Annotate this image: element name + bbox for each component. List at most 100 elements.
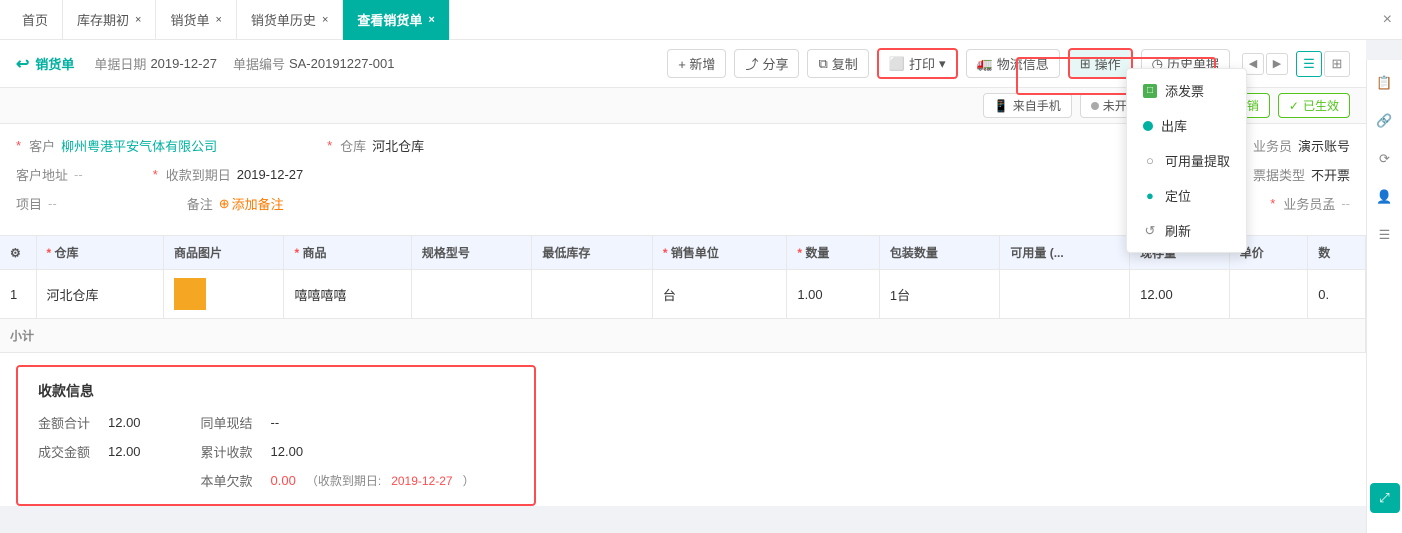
col-warehouse: * 仓库	[36, 236, 163, 270]
doc-type-label: 销货单	[35, 54, 74, 73]
right-sidebar: 📋 🔗 ⟳ 👤 ☰ ⤢	[1366, 60, 1402, 533]
cell-product-img	[163, 270, 283, 319]
print-button[interactable]: ⬜ 打印 ▾	[877, 48, 958, 79]
employee2-label: 业务员孟	[1283, 194, 1335, 213]
payment-total-item: 金额合计 12.00	[38, 413, 141, 432]
project-field: 项目 --	[16, 194, 57, 213]
warehouse-value: 河北仓库	[372, 136, 424, 155]
dropdown-menu: □ 添发票 出库 ○ 可用量提取 ● 定位 ↺ 刷新	[1126, 68, 1247, 253]
menu-outbound[interactable]: 出库	[1127, 108, 1246, 143]
payment-title: 收款信息	[38, 381, 514, 401]
settle-value: --	[271, 415, 280, 430]
add-invoice-icon: □	[1143, 84, 1157, 98]
doc-number-value: SA-20191227-001	[289, 56, 395, 71]
cell-sales-unit: 台	[652, 270, 786, 319]
sidebar-user-icon[interactable]: 👤	[1370, 182, 1400, 212]
employee2-value: --	[1341, 196, 1350, 211]
tab-sales-history[interactable]: 销货单历史 ×	[237, 0, 343, 40]
next-arrow[interactable]: ▶	[1266, 53, 1288, 75]
menu-locate[interactable]: ● 定位	[1127, 178, 1246, 213]
check-effective-icon: ✓	[1289, 99, 1299, 113]
effective-badge: ✓ 已生效	[1278, 93, 1350, 118]
add-button[interactable]: + 新增	[667, 49, 726, 78]
grid-view-button[interactable]: ⊞	[1324, 51, 1350, 77]
sidebar-link-icon[interactable]: 🔗	[1370, 106, 1400, 136]
owed-label: 本单欠款	[201, 471, 261, 490]
ticket-type-value: 不开票	[1311, 165, 1350, 184]
address-value: --	[74, 167, 83, 182]
payment-rows: 金额合计 12.00 成交金额 12.00 同单现结 -- 累计收款	[38, 413, 514, 490]
tab-home-label: 首页	[22, 10, 48, 29]
refresh-icon: ↺	[1143, 224, 1157, 238]
table-scroll[interactable]: ⚙ * 仓库 商品图片 * 商品 规格型号 最低库存 * 销售单位 * 数量 包…	[0, 236, 1366, 353]
tab-sales[interactable]: 销货单 ×	[156, 0, 236, 40]
tab-inventory[interactable]: 库存期初 ×	[63, 0, 156, 40]
logistics-label: 物流信息	[997, 54, 1049, 73]
cell-spec	[411, 270, 531, 319]
remark-label: 备注	[187, 194, 213, 213]
tab-bar: 首页 库存期初 × 销货单 × 销货单历史 × 查看销货单 × ×	[0, 0, 1402, 40]
doc-date-value: 2019-12-27	[150, 56, 217, 71]
view-buttons: ☰ ⊞	[1296, 51, 1350, 77]
tab-view-sales[interactable]: 查看销货单 ×	[343, 0, 449, 40]
add-note-label: 添加备注	[232, 194, 284, 213]
menu-add-invoice[interactable]: □ 添发票	[1127, 73, 1246, 108]
employee-field: 业务员 演示账号	[1253, 136, 1350, 155]
menu-available-qty[interactable]: ○ 可用量提取	[1127, 143, 1246, 178]
operation-button[interactable]: ⊞ 操作	[1068, 48, 1133, 79]
window-close-button[interactable]: ×	[1383, 11, 1392, 29]
collected-label: 累计收款	[201, 442, 261, 461]
tab-sales-history-close[interactable]: ×	[322, 14, 328, 26]
outbound-icon	[1143, 121, 1153, 131]
subtotal-label: 小计	[0, 319, 1366, 353]
warehouse-required: *	[327, 138, 332, 153]
collected-value: 12.00	[271, 444, 304, 459]
deal-label: 成交金额	[38, 442, 98, 461]
tab-home[interactable]: 首页	[8, 0, 63, 40]
payment-owed-item: 本单欠款 0.00 （收款到期日: 2019-12-27 ）	[201, 471, 475, 490]
cell-stock: 12.00	[1130, 270, 1230, 319]
payment-date-required: *	[153, 167, 158, 182]
employee-label: 业务员	[1253, 136, 1292, 155]
truck-icon: 🚛	[977, 56, 993, 72]
list-view-button[interactable]: ☰	[1296, 51, 1322, 77]
cell-warehouse: 河北仓库	[36, 270, 163, 319]
subtotal-row: 小计	[0, 319, 1366, 353]
sidebar-expand-icon[interactable]: ⤢	[1370, 483, 1400, 513]
doc-number-label: 单据编号	[233, 54, 285, 73]
refresh-label: 刷新	[1165, 221, 1191, 240]
sidebar-list-icon[interactable]: ☰	[1370, 220, 1400, 250]
sidebar-file-icon[interactable]: 📋	[1370, 68, 1400, 98]
customer-field: * 客户 柳州粤港平安气体有限公司	[16, 136, 217, 155]
tab-sales-close[interactable]: ×	[215, 14, 221, 26]
cell-index: 1	[0, 270, 36, 319]
project-value: --	[48, 196, 57, 211]
tab-inventory-close[interactable]: ×	[135, 14, 141, 26]
copy-button[interactable]: ⧉ 复制	[807, 49, 868, 78]
available-qty-icon: ○	[1143, 154, 1157, 168]
share-button[interactable]: ⤴ 分享	[734, 49, 799, 78]
not-opened-dot	[1091, 102, 1099, 110]
customer-label: 客户	[29, 136, 55, 155]
sidebar-rotate-icon[interactable]: ⟳	[1370, 144, 1400, 174]
available-qty-label: 可用量提取	[1165, 151, 1230, 170]
add-note-button[interactable]: ⊕ 添加备注	[219, 194, 284, 213]
warehouse-label: 仓库	[340, 136, 366, 155]
from-mobile-button[interactable]: 📱 来自手机	[983, 93, 1072, 118]
owed-bracket: ）	[463, 472, 475, 489]
logistics-button[interactable]: 🚛 物流信息	[966, 49, 1060, 78]
tab-view-sales-close[interactable]: ×	[428, 14, 434, 26]
cell-quantity: 1.00	[787, 270, 880, 319]
table-row: 1 河北仓库 嘻嘻嘻嘻 台 1.00 1台 12	[0, 270, 1366, 319]
customer-value[interactable]: 柳州粤港平安气体有限公司	[61, 136, 217, 155]
doc-meta: 单据日期 2019-12-27 单据编号 SA-20191227-001	[94, 54, 647, 73]
operation-label: 操作	[1095, 54, 1121, 73]
doc-title: ↩ 销货单	[16, 54, 74, 74]
address-field: 客户地址 --	[16, 165, 83, 184]
data-table: ⚙ * 仓库 商品图片 * 商品 规格型号 最低库存 * 销售单位 * 数量 包…	[0, 236, 1366, 353]
ticket-type-label: 票据类型	[1253, 165, 1305, 184]
col-quantity: * 数量	[787, 236, 880, 270]
payment-date-field: * 收款到期日 2019-12-27	[153, 165, 304, 184]
doc-date-label: 单据日期	[94, 54, 146, 73]
menu-refresh[interactable]: ↺ 刷新	[1127, 213, 1246, 248]
